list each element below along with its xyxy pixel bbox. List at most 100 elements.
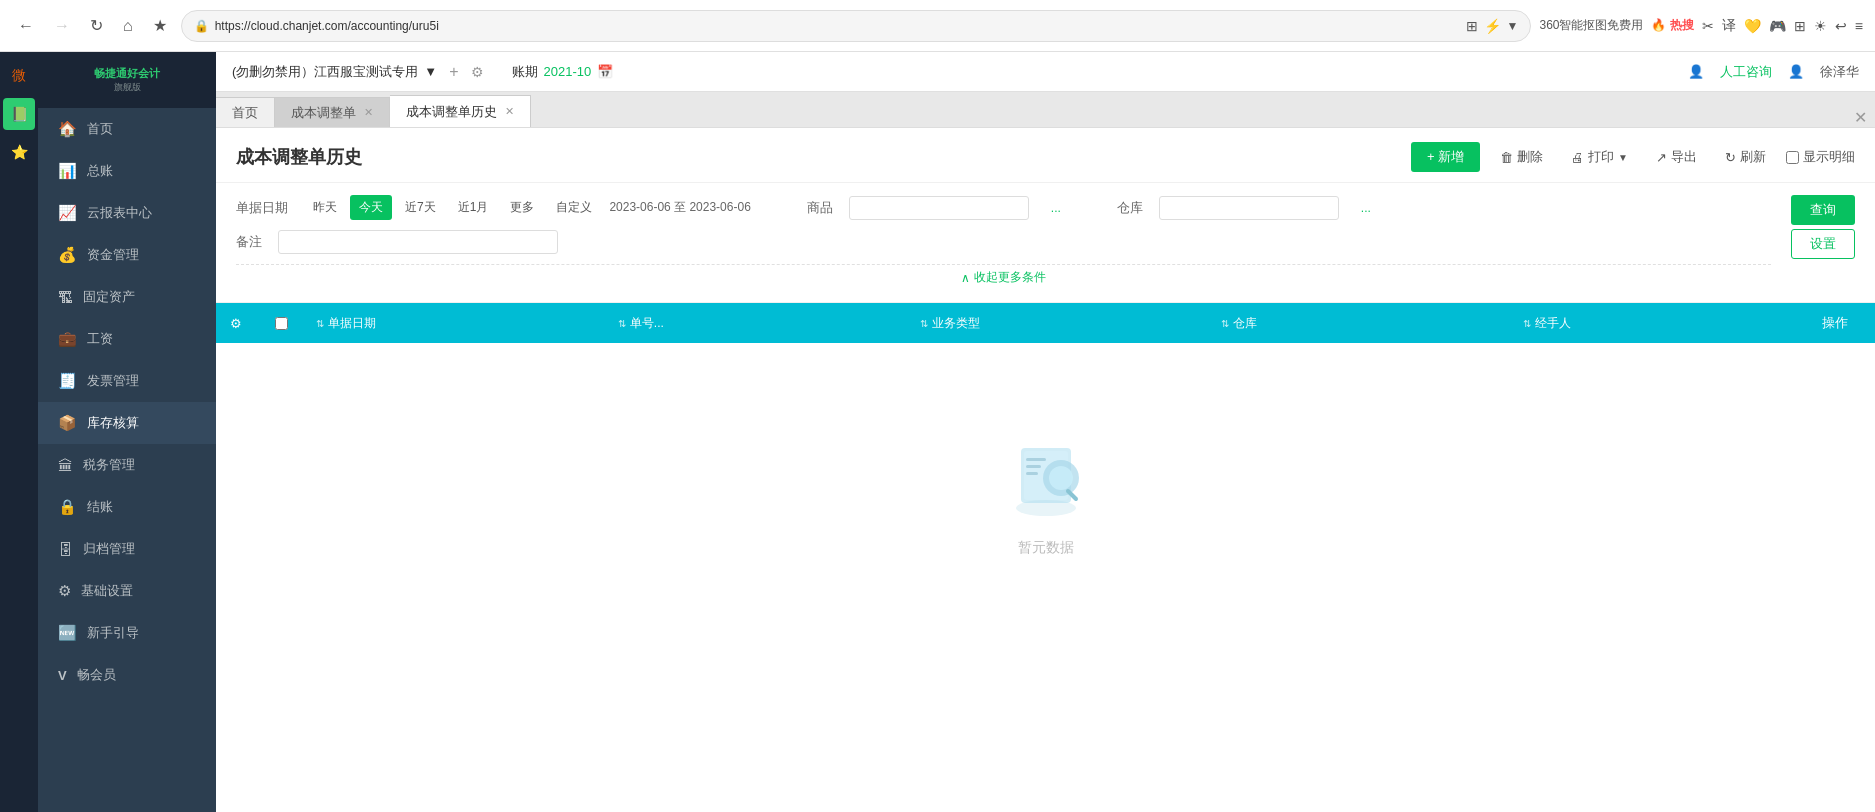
header-add-btn[interactable]: + bbox=[449, 63, 458, 81]
sidebar-item-archive[interactable]: 🗄 归档管理 bbox=[38, 528, 216, 570]
quick-icon-app[interactable]: 📗 bbox=[3, 98, 35, 130]
sidebar-item-invoice-label: 发票管理 bbox=[87, 372, 139, 390]
period-calendar-icon[interactable]: 📅 bbox=[597, 64, 613, 79]
sidebar-item-close-label: 结账 bbox=[87, 498, 113, 516]
forward-btn[interactable]: → bbox=[48, 13, 76, 39]
tab-home-label: 首页 bbox=[232, 104, 258, 122]
remark-input[interactable] bbox=[278, 230, 558, 254]
date-btn-last-month[interactable]: 近1月 bbox=[449, 195, 498, 220]
print-btn[interactable]: 🖨 打印 ▼ bbox=[1563, 144, 1636, 170]
browser-chevron-icon[interactable]: ▼ bbox=[1507, 19, 1519, 33]
th-warehouse[interactable]: ⇅ 仓库 bbox=[1211, 315, 1513, 332]
date-btn-last7[interactable]: 近7天 bbox=[396, 195, 445, 220]
tab-cost-adjust[interactable]: 成本调整单 ✕ bbox=[275, 97, 390, 127]
table-settings-col[interactable]: ⚙ bbox=[216, 316, 256, 331]
menu-icon[interactable]: ≡ bbox=[1855, 18, 1863, 34]
sidebar-logo: 畅捷通好会计 旗舰版 bbox=[38, 52, 216, 108]
add-btn[interactable]: + 新增 bbox=[1411, 142, 1480, 172]
sidebar-item-member[interactable]: V 畅会员 bbox=[38, 654, 216, 696]
th-handler[interactable]: ⇅ 经手人 bbox=[1513, 315, 1815, 332]
goods-more-btn[interactable]: ... bbox=[1051, 201, 1061, 215]
period-value: 2021-10 bbox=[544, 64, 592, 79]
tab-cost-adjust-close[interactable]: ✕ bbox=[364, 106, 373, 119]
query-btn[interactable]: 查询 bbox=[1791, 195, 1855, 225]
apps-icon[interactable]: ⊞ bbox=[1794, 18, 1806, 34]
sidebar-item-payroll-label: 工资 bbox=[87, 330, 113, 348]
export-icon: ↗ bbox=[1656, 150, 1667, 165]
back-btn[interactable]: ← bbox=[12, 13, 40, 39]
display-cols-toggle[interactable]: 显示明细 bbox=[1786, 148, 1855, 166]
display-cols-checkbox[interactable] bbox=[1786, 151, 1799, 164]
company-dropdown-icon[interactable]: ▼ bbox=[424, 64, 437, 79]
browser-lightning-icon[interactable]: ⚡ bbox=[1484, 18, 1501, 34]
table-select-all-col[interactable] bbox=[256, 317, 306, 330]
th-biz-type[interactable]: ⇅ 业务类型 bbox=[910, 315, 1212, 332]
archive-icon: 🗄 bbox=[58, 541, 73, 558]
sidebar-item-close[interactable]: 🔒 结账 bbox=[38, 486, 216, 528]
browser-grid-icon[interactable]: ⊞ bbox=[1466, 18, 1478, 34]
delete-btn[interactable]: 🗑 删除 bbox=[1492, 144, 1551, 170]
date-btn-custom[interactable]: 自定义 bbox=[547, 195, 601, 220]
sidebar-item-ledger[interactable]: 📊 总账 bbox=[38, 150, 216, 192]
settings-btn-label: 设置 bbox=[1810, 236, 1836, 251]
table-settings-icon[interactable]: ⚙ bbox=[230, 316, 242, 331]
game-icon[interactable]: 🎮 bbox=[1769, 18, 1786, 34]
logo-top-text: 畅捷通好会计 bbox=[94, 66, 160, 81]
print-dropdown-icon[interactable]: ▼ bbox=[1618, 152, 1628, 163]
filter-row-2: 备注 bbox=[236, 230, 1771, 254]
undo-icon[interactable]: ↩ bbox=[1835, 18, 1847, 34]
date-btn-more[interactable]: 更多 bbox=[501, 195, 543, 220]
goods-input[interactable] bbox=[849, 196, 1029, 220]
translate-icon[interactable]: 译 bbox=[1722, 17, 1736, 35]
warehouse-input[interactable] bbox=[1159, 196, 1339, 220]
tab-cost-adjust-history-close[interactable]: ✕ bbox=[505, 105, 514, 118]
sidebar-item-reports[interactable]: 📈 云报表中心 bbox=[38, 192, 216, 234]
filter-row-1: 单据日期 昨天 今天 近7天 近1月 更多 自定义 2023-06-06 至 2… bbox=[236, 195, 1771, 220]
scissors-icon[interactable]: ✂ bbox=[1702, 18, 1714, 34]
header-settings-icon[interactable]: ⚙ bbox=[471, 64, 484, 80]
sidebar-item-invoice[interactable]: 🧾 发票管理 bbox=[38, 360, 216, 402]
sidebar-item-funds-label: 资金管理 bbox=[87, 246, 139, 264]
delete-icon: 🗑 bbox=[1500, 150, 1513, 165]
settings-btn[interactable]: 设置 bbox=[1791, 229, 1855, 259]
th-date[interactable]: ⇅ 单据日期 bbox=[306, 315, 608, 332]
select-all-checkbox[interactable] bbox=[275, 317, 288, 330]
sidebar-item-payroll[interactable]: 💼 工资 bbox=[38, 318, 216, 360]
refresh-browser-btn[interactable]: ↻ bbox=[84, 12, 109, 39]
company-selector[interactable]: (勿删勿禁用）江西服宝测试专用 ▼ bbox=[232, 63, 437, 81]
collapse-btn[interactable]: ∧ 收起更多条件 bbox=[236, 264, 1771, 290]
refresh-btn[interactable]: ↻ 刷新 bbox=[1717, 144, 1774, 170]
home-browser-btn[interactable]: ⌂ bbox=[117, 13, 139, 39]
sidebar-item-home[interactable]: 🏠 首页 bbox=[38, 108, 216, 150]
svg-rect-8 bbox=[1026, 472, 1038, 475]
username[interactable]: 徐泽华 bbox=[1820, 63, 1859, 81]
sidebar-item-inventory[interactable]: 📦 库存核算 bbox=[38, 402, 216, 444]
sidebar-item-settings[interactable]: ⚙ 基础设置 bbox=[38, 570, 216, 612]
date-btn-today[interactable]: 今天 bbox=[350, 195, 392, 220]
brightness-icon[interactable]: ☀ bbox=[1814, 18, 1827, 34]
user-service-label[interactable]: 人工咨询 bbox=[1720, 63, 1772, 81]
sidebar-item-tax[interactable]: 🏛 税务管理 bbox=[38, 444, 216, 486]
tab-home[interactable]: 首页 bbox=[216, 97, 275, 127]
tab-cost-adjust-history[interactable]: 成本调整单历史 ✕ bbox=[390, 95, 531, 127]
star-btn[interactable]: ★ bbox=[147, 12, 173, 39]
sidebar-item-assets[interactable]: 🏗 固定资产 bbox=[38, 276, 216, 318]
sidebar-item-funds[interactable]: 💰 资金管理 bbox=[38, 234, 216, 276]
date-btn-yesterday[interactable]: 昨天 bbox=[304, 195, 346, 220]
export-btn[interactable]: ↗ 导出 bbox=[1648, 144, 1705, 170]
th-number[interactable]: ⇅ 单号... bbox=[608, 315, 910, 332]
browser-tools: 360智能抠图免费用 🔥 热搜 ✂ 译 💛 🎮 ⊞ ☀ ↩ ≡ bbox=[1539, 17, 1863, 35]
period-selector[interactable]: 账期 2021-10 📅 bbox=[512, 63, 614, 81]
header-right: 👤 人工咨询 👤 徐泽华 bbox=[1688, 63, 1859, 81]
address-bar[interactable]: 🔒 https://cloud.chanjet.com/accounting/u… bbox=[181, 10, 1532, 42]
close-all-tabs-btn[interactable]: ✕ bbox=[1854, 108, 1867, 127]
th-operations: 操作 bbox=[1815, 314, 1875, 332]
th-handler-label: 经手人 bbox=[1535, 315, 1571, 332]
print-label: 打印 bbox=[1588, 148, 1614, 166]
ledger-icon: 📊 bbox=[58, 162, 77, 180]
quick-icon-star[interactable]: ⭐ bbox=[3, 136, 35, 168]
sidebar-item-guide[interactable]: 🆕 新手引导 bbox=[38, 612, 216, 654]
quick-icon-weibo[interactable]: 微 bbox=[3, 60, 35, 92]
warehouse-more-btn[interactable]: ... bbox=[1361, 201, 1371, 215]
wallet-icon[interactable]: 💛 bbox=[1744, 18, 1761, 34]
